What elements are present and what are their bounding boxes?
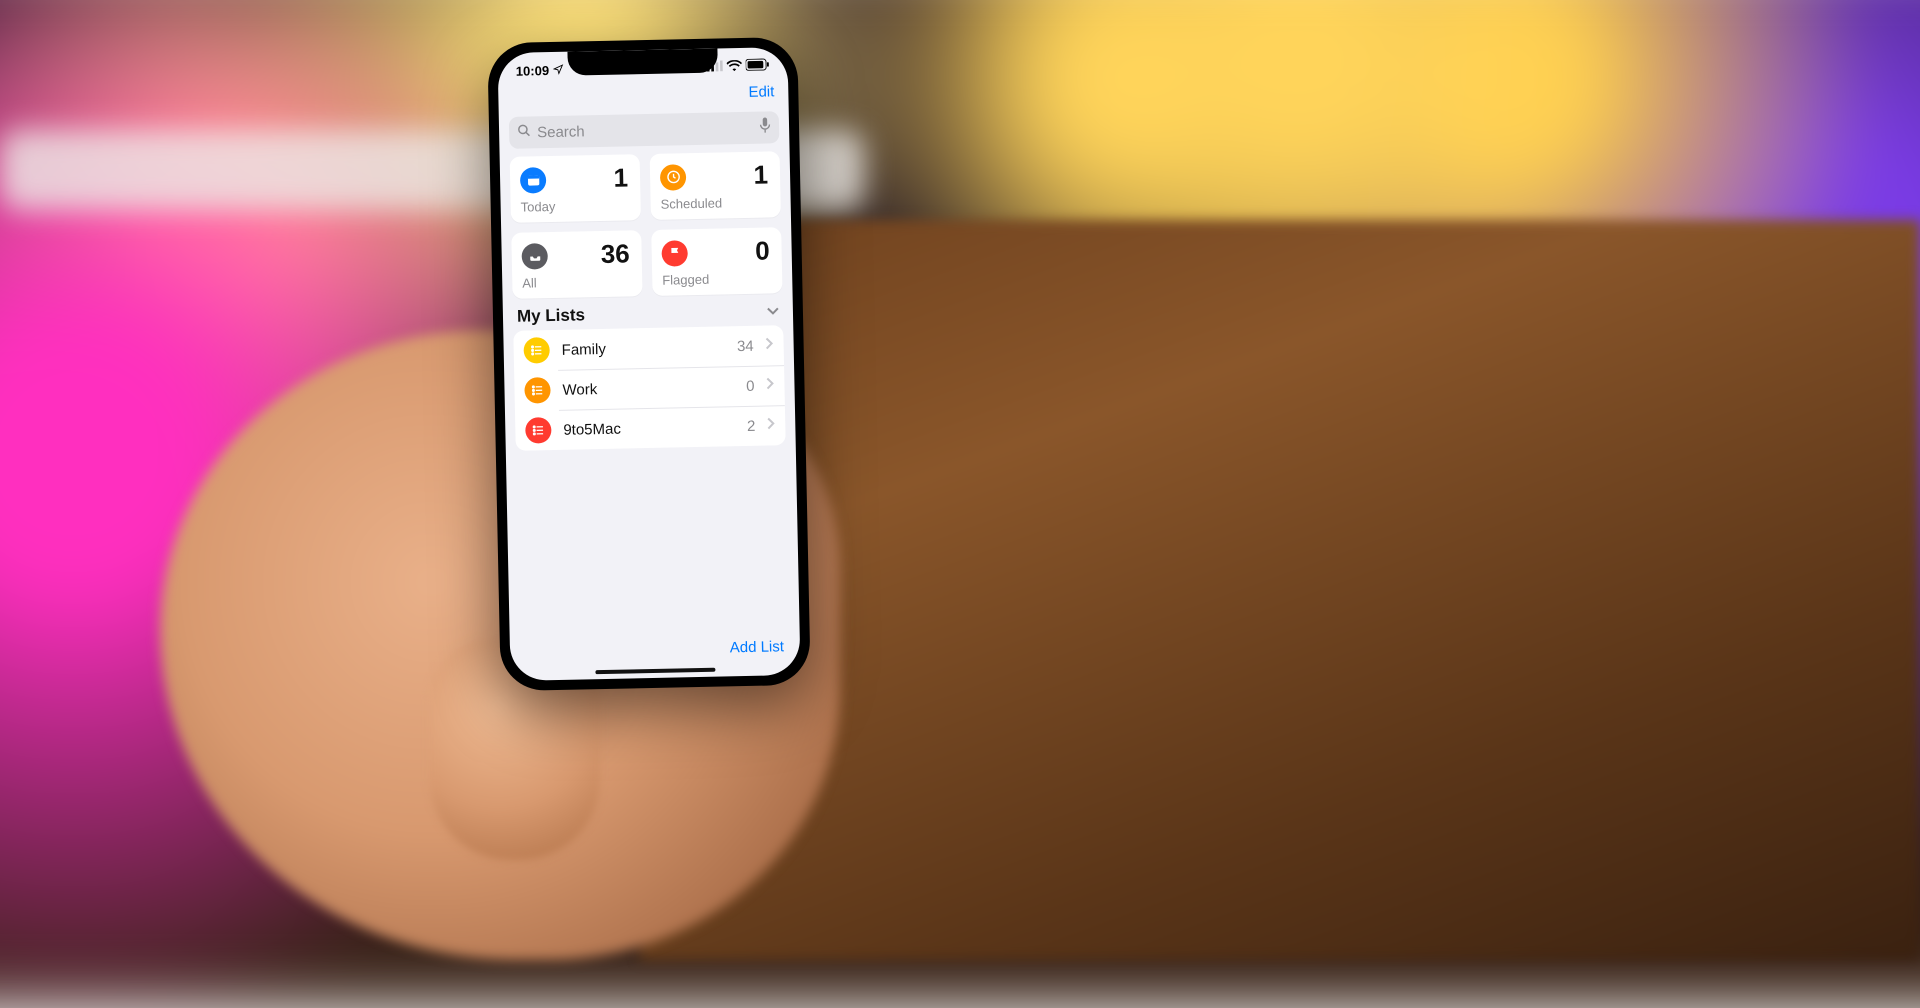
search-field[interactable]: Search — [509, 111, 780, 149]
chevron-down-icon — [767, 302, 779, 320]
chevron-right-icon — [765, 336, 773, 354]
list-count: 34 — [737, 337, 754, 354]
card-today-label: Today — [521, 197, 629, 214]
clock-icon — [660, 164, 687, 191]
phone-screen: 10:09 Edit — [497, 47, 800, 681]
card-all-label: All — [522, 273, 630, 290]
list-row-work[interactable]: Work 0 — [514, 365, 785, 411]
smart-lists: 1 Today 1 Scheduled 36 — [510, 151, 783, 299]
card-scheduled-label: Scheduled — [660, 194, 768, 211]
list-name: 9to5Mac — [563, 418, 735, 439]
flag-icon — [661, 240, 688, 267]
chevron-right-icon — [767, 416, 775, 434]
add-list-button[interactable]: Add List — [730, 638, 785, 656]
inbox-icon — [521, 243, 548, 270]
card-flagged[interactable]: 0 Flagged — [651, 227, 782, 296]
search-icon — [517, 123, 531, 141]
list-name: Family — [562, 338, 726, 358]
card-today[interactable]: 1 Today — [510, 154, 641, 223]
my-lists-header[interactable]: My Lists — [517, 301, 779, 326]
battery-icon — [746, 58, 770, 73]
location-icon — [553, 62, 564, 77]
list-name: Work — [562, 378, 734, 399]
card-scheduled[interactable]: 1 Scheduled — [650, 151, 781, 220]
wifi-icon — [727, 58, 742, 73]
card-scheduled-count: 1 — [753, 159, 768, 190]
card-flagged-count: 0 — [755, 235, 770, 266]
photo-background-desk — [640, 220, 1920, 960]
list-bullet-icon — [524, 377, 551, 404]
card-today-count: 1 — [613, 162, 628, 193]
card-all[interactable]: 36 All — [511, 230, 642, 299]
list-bullet-icon — [525, 417, 552, 444]
edit-button[interactable]: Edit — [748, 83, 774, 110]
status-time: 10:09 — [516, 63, 550, 79]
my-lists: Family 34 Work 0 9to5Mac — [513, 325, 785, 451]
list-row-9to5mac[interactable]: 9to5Mac 2 — [515, 405, 786, 451]
chevron-right-icon — [766, 376, 774, 394]
list-row-family[interactable]: Family 34 — [513, 325, 784, 371]
search-placeholder: Search — [537, 119, 759, 141]
home-indicator[interactable] — [595, 668, 715, 675]
my-lists-title: My Lists — [517, 305, 585, 326]
card-flagged-label: Flagged — [662, 270, 770, 287]
phone-frame: 10:09 Edit — [487, 37, 811, 691]
card-all-count: 36 — [600, 238, 630, 270]
calendar-today-icon — [520, 167, 547, 194]
list-count: 2 — [747, 417, 756, 434]
mic-icon[interactable] — [759, 117, 771, 137]
phone-notch — [567, 48, 717, 75]
list-count: 0 — [746, 377, 755, 394]
list-bullet-icon — [523, 337, 550, 364]
